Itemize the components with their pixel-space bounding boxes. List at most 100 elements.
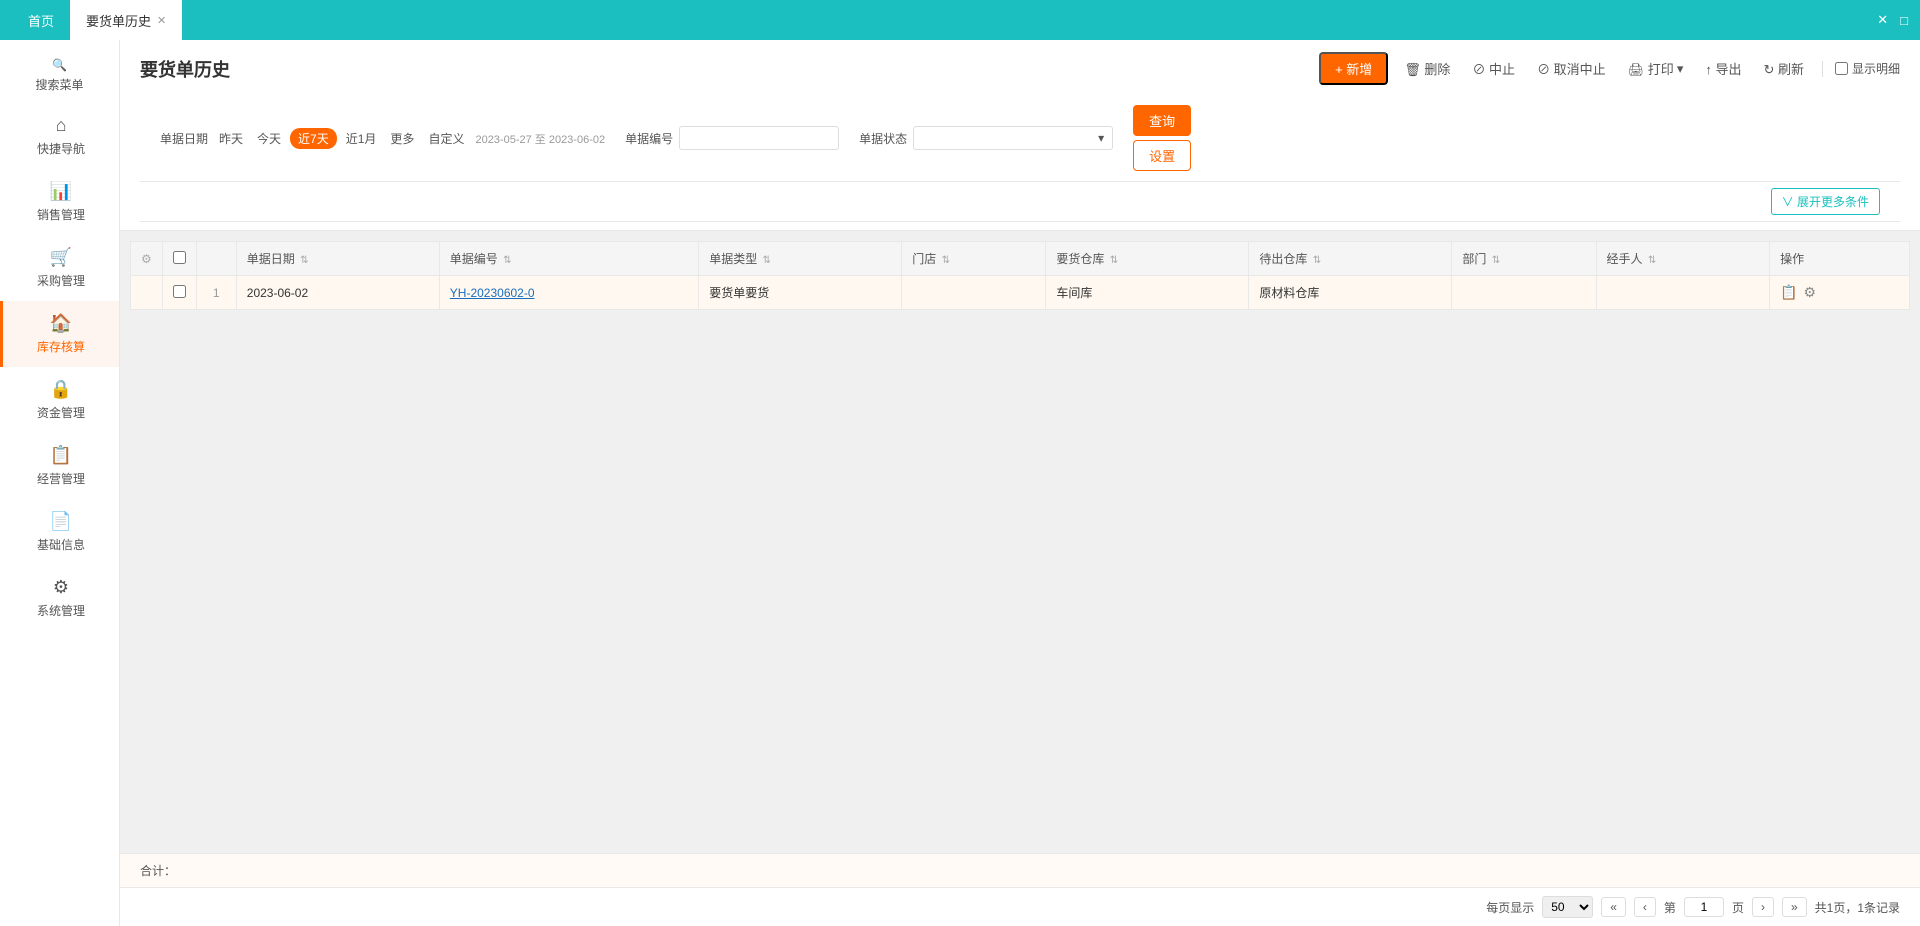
- row-pending-warehouse: 原材料仓库: [1249, 276, 1452, 310]
- prev-page-btn[interactable]: ‹: [1634, 897, 1656, 917]
- delete-button[interactable]: 🗑 删除: [1398, 55, 1456, 82]
- page-input[interactable]: [1684, 897, 1724, 917]
- finance-icon: 🔒: [50, 379, 72, 400]
- sort-icon-handler: ⇅: [1648, 255, 1656, 266]
- doc-number-label: 单据编号: [625, 130, 673, 147]
- date-opt-more[interactable]: 更多: [385, 128, 419, 149]
- next-page-btn[interactable]: ›: [1752, 897, 1774, 917]
- main-content: 要货单历史 + 新增 🗑 删除 ⊘ 中止 ⊘ 取消中止 🖨 打印 ▾ ↑ 导出 …: [120, 40, 1920, 926]
- sidebar-item-basic[interactable]: 📄 基础信息: [0, 499, 119, 565]
- date-opt-7days[interactable]: 近7天: [290, 128, 337, 149]
- cancel-stop-button[interactable]: ⊘ 取消中止: [1531, 55, 1612, 82]
- sidebar-item-purchase[interactable]: 🛒 采购管理: [0, 235, 119, 301]
- col-department[interactable]: 部门 ⇅: [1452, 242, 1596, 276]
- row-doc-date: 2023-06-02: [236, 276, 439, 310]
- sidebar-item-finance[interactable]: 🔒 资金管理: [0, 367, 119, 433]
- new-button[interactable]: + 新增: [1319, 52, 1388, 85]
- toolbar: + 新增 🗑 删除 ⊘ 中止 ⊘ 取消中止 🖨 打印 ▾ ↑ 导出 ↻ 刷新 显…: [1319, 52, 1900, 85]
- stop-button[interactable]: ⊘ 中止: [1466, 55, 1521, 82]
- basic-icon: 📄: [50, 511, 72, 532]
- sidebar-search-label: 搜索菜单: [35, 76, 83, 93]
- row-select-checkbox[interactable]: [173, 285, 186, 298]
- tab-history[interactable]: 要货单历史 ✕: [70, 0, 182, 40]
- setting-button[interactable]: 设置: [1133, 140, 1191, 171]
- col-req-warehouse[interactable]: 要货仓库 ⇅: [1046, 242, 1249, 276]
- row-doc-number[interactable]: YH-20230602-0: [439, 276, 698, 310]
- col-checkbox: [162, 242, 196, 276]
- page-label: 第: [1664, 899, 1676, 916]
- window-maximize-btn[interactable]: □: [1900, 13, 1908, 28]
- total-pages-text: 共1页，1条记录: [1815, 899, 1900, 916]
- export-button[interactable]: ↑ 导出: [1699, 55, 1747, 82]
- row-settings: [131, 276, 163, 310]
- col-settings[interactable]: ⚙: [131, 242, 163, 276]
- sidebar-item-label: 采购管理: [37, 272, 85, 289]
- col-doc-type[interactable]: 单据类型 ⇅: [699, 242, 902, 276]
- col-num: [196, 242, 236, 276]
- status-label: 单据状态: [859, 130, 907, 147]
- operations-icon: 📋: [50, 445, 72, 466]
- sidebar-item-system[interactable]: ⚙ 系统管理: [0, 565, 119, 631]
- doc-number-link[interactable]: YH-20230602-0: [450, 286, 535, 300]
- main-layout: 🔍 搜索菜单 ⌂ 快捷导航 📊 销售管理 🛒 采购管理 🏠 库存核算 🔒 资金管…: [0, 40, 1920, 926]
- date-opt-custom[interactable]: 自定义: [423, 128, 469, 149]
- show-detail-toggle[interactable]: 显示明细: [1835, 60, 1900, 77]
- col-handler[interactable]: 经手人 ⇅: [1596, 242, 1770, 276]
- row-req-warehouse: 车间库: [1046, 276, 1249, 310]
- expand-button[interactable]: ∨ 展开更多条件: [1771, 188, 1880, 215]
- status-select[interactable]: ▾: [913, 126, 1113, 150]
- sort-icon-doc-type: ⇅: [763, 255, 771, 266]
- filter-bar: 单据日期 昨天 今天 近7天 近1月 更多 自定义 2023-05-27 至 2…: [140, 95, 1900, 182]
- inventory-icon: 🏠: [50, 313, 72, 334]
- sidebar-item-label: 库存核算: [37, 338, 85, 355]
- print-button[interactable]: 🖨 打印 ▾: [1622, 55, 1690, 82]
- sidebar-item-quick-nav[interactable]: ⌂ 快捷导航: [0, 103, 119, 169]
- row-checkbox[interactable]: [162, 276, 196, 310]
- per-page-select[interactable]: 50 100 200: [1542, 896, 1593, 918]
- table-body: 1 2023-06-02 YH-20230602-0 要货单要货 车间库 原材料…: [131, 276, 1910, 310]
- first-page-btn[interactable]: «: [1601, 897, 1626, 917]
- data-table: ⚙ 单据日期 ⇅ 单据编号 ⇅: [130, 241, 1910, 310]
- window-close-btn[interactable]: ✕: [1877, 12, 1888, 28]
- row-doc-type: 要货单要货: [699, 276, 902, 310]
- col-doc-date[interactable]: 单据日期 ⇅: [236, 242, 439, 276]
- sidebar-item-sales[interactable]: 📊 销售管理: [0, 169, 119, 235]
- print-dropdown-icon[interactable]: ▾: [1677, 61, 1684, 77]
- col-pending-warehouse[interactable]: 待出仓库 ⇅: [1249, 242, 1452, 276]
- doc-number-input[interactable]: [679, 126, 839, 150]
- system-icon: ⚙: [53, 577, 69, 598]
- sidebar-item-label: 资金管理: [37, 404, 85, 421]
- date-opt-1month[interactable]: 近1月: [341, 128, 382, 149]
- top-bar: 首页 要货单历史 ✕ ✕ □: [0, 0, 1920, 40]
- col-store[interactable]: 门店 ⇅: [902, 242, 1046, 276]
- col-action: 操作: [1770, 242, 1910, 276]
- row-department: [1452, 276, 1596, 310]
- purchase-icon: 🛒: [50, 247, 72, 268]
- tab-history-close[interactable]: ✕: [157, 14, 166, 27]
- filter-actions: 查询 设置: [1133, 105, 1191, 171]
- date-filter-group: 单据日期 昨天 今天 近7天 近1月 更多 自定义 2023-05-27 至 2…: [160, 128, 605, 149]
- action-more-icon[interactable]: ⚙: [1804, 284, 1817, 301]
- sidebar-item-operations[interactable]: 📋 经营管理: [0, 433, 119, 499]
- select-all-checkbox[interactable]: [173, 251, 186, 264]
- tab-home-label: 首页: [28, 11, 54, 30]
- sidebar-item-label: 经营管理: [37, 470, 85, 487]
- tab-home[interactable]: 首页: [12, 0, 70, 40]
- last-page-btn[interactable]: »: [1782, 897, 1807, 917]
- col-doc-number[interactable]: 单据编号 ⇅: [439, 242, 698, 276]
- date-opt-yesterday[interactable]: 昨天: [214, 128, 248, 149]
- sidebar-item-inventory[interactable]: 🏠 库存核算: [0, 301, 119, 367]
- page-title-row: 要货单历史 + 新增 🗑 删除 ⊘ 中止 ⊘ 取消中止 🖨 打印 ▾ ↑ 导出 …: [140, 52, 1900, 85]
- date-range-text: 2023-05-27 至 2023-06-02: [475, 131, 605, 147]
- refresh-button[interactable]: ↻ 刷新: [1757, 55, 1810, 82]
- sidebar-search[interactable]: 🔍 搜索菜单: [0, 48, 119, 103]
- sort-icon-doc-date: ⇅: [300, 255, 308, 266]
- row-num: 1: [196, 276, 236, 310]
- sort-icon-department: ⇅: [1492, 255, 1500, 266]
- show-detail-checkbox[interactable]: [1835, 62, 1848, 75]
- query-button[interactable]: 查询: [1133, 105, 1191, 136]
- sort-icon-req-warehouse: ⇅: [1110, 255, 1118, 266]
- action-edit-icon[interactable]: 📋: [1780, 284, 1797, 301]
- date-opt-today[interactable]: 今天: [252, 128, 286, 149]
- date-filter-label: 单据日期: [160, 130, 208, 147]
